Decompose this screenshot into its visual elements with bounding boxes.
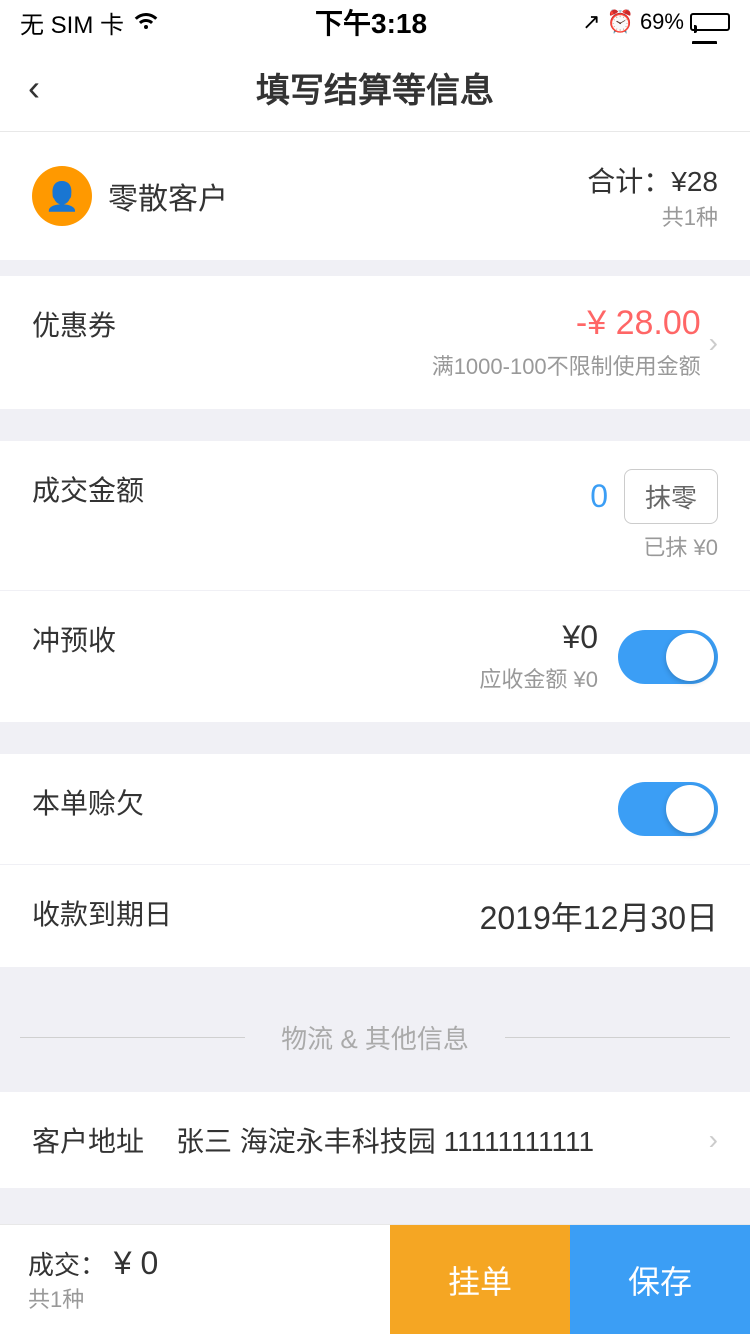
content-area: 👤 零散客户 合计：¥28 共1种 优惠券 -¥ 28.00 满1000-100… — [0, 132, 750, 1309]
debt-toggle[interactable] — [618, 782, 718, 836]
toggle-knob — [666, 633, 714, 681]
divider-3 — [0, 983, 750, 999]
due-date-row: 收款到期日 2019年12月30日 — [0, 865, 750, 967]
debt-row: 本单赊欠 — [0, 754, 750, 865]
divider-line-left — [20, 1037, 245, 1038]
round-button[interactable]: 抹零 — [624, 469, 718, 524]
divider-2 — [0, 738, 750, 754]
debt-label: 本单赊欠 — [32, 782, 152, 822]
deal-section: 成交金额 0 抹零 已抹 ¥0 冲预收 ¥0 应收金额 ¥0 — [0, 441, 750, 722]
prepay-sub: 应收金额 ¥0 — [479, 662, 598, 694]
hold-button[interactable]: 挂单 — [390, 1225, 570, 1334]
prepay-amount: ¥0 — [562, 619, 598, 656]
total-amount-label: 合计：¥28 — [587, 160, 718, 200]
bottom-deal-row: 成交： ¥ 0 — [28, 1245, 362, 1282]
bottom-bar: 成交： ¥ 0 共1种 挂单 保存 — [0, 1224, 750, 1334]
alarm-icon: ⏰ — [607, 9, 634, 35]
customer-row: 👤 零散客户 合计：¥28 共1种 — [0, 132, 750, 260]
deal-amount[interactable]: 0 — [590, 478, 608, 515]
location-icon: ↗ — [582, 9, 600, 35]
coupon-row[interactable]: 优惠券 -¥ 28.00 满1000-100不限制使用金额 › — [0, 276, 750, 409]
deal-row: 成交金额 0 抹零 已抹 ¥0 — [0, 441, 750, 591]
deal-input-row: 0 抹零 — [590, 469, 718, 524]
customer-info: 👤 零散客户 — [32, 166, 228, 226]
status-bar: 无 SIM 卡 下午3:18 ↗ ⏰ 69% — [0, 0, 750, 44]
prepay-value-wrap: ¥0 应收金额 ¥0 — [479, 619, 598, 694]
avatar: 👤 — [32, 166, 92, 226]
logistics-divider: 物流 & 其他信息 — [0, 999, 750, 1076]
customer-name: 零散客户 — [108, 174, 228, 218]
bottom-deal-amount: ¥ 0 — [114, 1245, 158, 1281]
debt-section: 本单赊欠 收款到期日 2019年12月30日 — [0, 754, 750, 967]
deal-rounded-label: 已抹 ¥0 — [643, 530, 718, 562]
due-date-value[interactable]: 2019年12月30日 — [480, 893, 718, 939]
status-left: 无 SIM 卡 — [20, 5, 160, 40]
total-count-label: 共1种 — [587, 200, 718, 232]
address-value: 张三 海淀永丰科技园 11111111111 — [176, 1120, 701, 1160]
bottom-deal-label: 成交： — [28, 1250, 106, 1280]
battery-icon — [690, 13, 730, 31]
address-label: 客户地址 — [32, 1120, 144, 1160]
bottom-info: 成交： ¥ 0 共1种 — [0, 1225, 390, 1334]
page-title: 填写结算等信息 — [256, 63, 494, 112]
prepay-toggle-wrap — [618, 630, 718, 684]
due-date-label: 收款到期日 — [32, 893, 172, 933]
status-right: ↗ ⏰ 69% — [582, 9, 730, 35]
hold-button-label: 挂单 — [448, 1257, 512, 1303]
deal-value-wrap: 0 抹零 已抹 ¥0 — [590, 469, 718, 562]
avatar-icon: 👤 — [45, 180, 80, 213]
coupon-chevron: › — [709, 327, 718, 359]
wifi-icon — [132, 8, 160, 36]
divider-4 — [0, 1076, 750, 1092]
carrier-label: 无 SIM 卡 — [20, 5, 124, 40]
prepay-toggle[interactable] — [618, 630, 718, 684]
prepay-label: 冲预收 — [32, 619, 152, 659]
debt-toggle-wrap — [618, 782, 718, 836]
battery-percentage: 69% — [640, 9, 684, 35]
coupon-section: 优惠券 -¥ 28.00 满1000-100不限制使用金额 › — [0, 276, 750, 409]
logistics-label: 物流 & 其他信息 — [281, 1019, 469, 1056]
coupon-desc: 满1000-100不限制使用金额 — [432, 349, 701, 381]
divider-1 — [0, 425, 750, 441]
coupon-value: -¥ 28.00 满1000-100不限制使用金额 — [432, 304, 701, 381]
prepay-row: 冲预收 ¥0 应收金额 ¥0 — [0, 591, 750, 722]
save-button[interactable]: 保存 — [570, 1225, 750, 1334]
back-button[interactable]: ‹ — [28, 67, 40, 109]
coupon-label: 优惠券 — [32, 304, 152, 344]
bottom-count: 共1种 — [28, 1282, 362, 1314]
nav-bar: ‹ 填写结算等信息 — [0, 44, 750, 132]
deal-label: 成交金额 — [32, 469, 152, 509]
divider-line-right — [505, 1037, 730, 1038]
customer-total: 合计：¥28 共1种 — [587, 160, 718, 232]
save-button-label: 保存 — [628, 1257, 692, 1303]
coupon-discount: -¥ 28.00 — [576, 304, 701, 343]
address-chevron: › — [709, 1124, 718, 1156]
debt-toggle-knob — [666, 785, 714, 833]
status-time: 下午3:18 — [315, 2, 427, 42]
address-row[interactable]: 客户地址 张三 海淀永丰科技园 11111111111 › — [0, 1092, 750, 1189]
